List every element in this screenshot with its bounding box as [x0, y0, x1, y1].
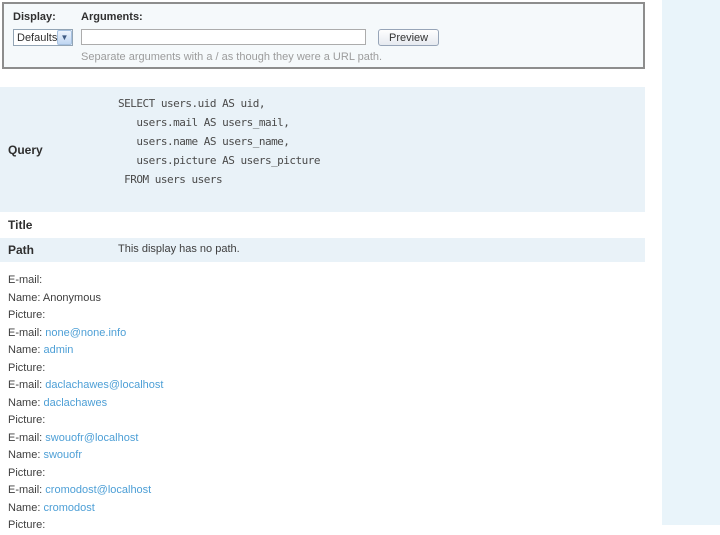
email-field: E-mail: swouofr@localhost [8, 430, 662, 448]
email-link[interactable]: cromodost@localhost [45, 484, 151, 496]
title-row-value [112, 212, 118, 238]
name-link[interactable]: daclachawes [43, 397, 107, 409]
preview-summary-table: Query SELECT users.uid AS uid, users.mai… [0, 87, 645, 262]
arguments-help-text: Separate arguments with a / as though th… [81, 51, 383, 63]
email-link[interactable]: swouofr@localhost [45, 432, 138, 444]
display-form-item: Display: Defaults ▼ [13, 11, 81, 60]
email-field: E-mail: cromodost@localhost [8, 482, 662, 500]
name-field-label: Name: [8, 396, 41, 409]
name-field: Name: daclachawes [8, 395, 662, 413]
display-label: Display: [13, 11, 56, 23]
arguments-label: Arguments: [81, 11, 143, 23]
name-field-label: Name: [8, 501, 41, 514]
path-row-label: Path [8, 243, 35, 257]
name-field: Name: Anonymous [8, 290, 662, 308]
email-field-label: E-mail: [8, 379, 43, 391]
display-select[interactable]: Defaults ▼ [13, 29, 73, 46]
query-row: Query SELECT users.uid AS uid, users.mai… [0, 87, 645, 212]
user-row: E-mail: daclachawes@localhost Name: dacl… [8, 377, 662, 430]
name-link[interactable]: cromodost [43, 502, 94, 514]
path-row-value: This display has no path. [118, 243, 240, 255]
page-side-band [662, 0, 720, 525]
name-value: Anonymous [42, 291, 101, 304]
email-field-label: E-mail: [8, 326, 43, 339]
email-field-label: E-mail: [8, 484, 43, 496]
name-link[interactable]: admin [43, 344, 73, 356]
arguments-form-item: Arguments: Preview Separate arguments wi… [81, 11, 634, 63]
user-row: E-mail: Name: Anonymous Picture: [8, 272, 662, 325]
name-field: Name: admin [8, 342, 662, 360]
live-preview-fieldset: Display: Defaults ▼ Arguments: Preview S… [2, 2, 645, 69]
path-row: Path This display has no path. [0, 238, 645, 262]
picture-field-label: Picture: [8, 309, 46, 321]
arguments-input[interactable] [81, 29, 366, 45]
preview-button[interactable]: Preview [378, 29, 440, 46]
email-link[interactable]: daclachawes@localhost [45, 379, 163, 391]
picture-field-label: Picture: [8, 519, 46, 531]
user-row: E-mail: swouofr@localhost Name: swouofr … [8, 430, 662, 483]
picture-field: Picture: [8, 412, 662, 430]
email-field: E-mail: [8, 272, 662, 290]
email-field-label: E-mail: [8, 431, 43, 444]
user-row: E-mail: none@none.info Name: admin Pictu… [8, 325, 662, 378]
main-content: Display: Defaults ▼ Arguments: Preview S… [0, 0, 662, 535]
name-field: Name: swouofr [8, 447, 662, 465]
name-field-label: Name: [8, 291, 41, 304]
picture-field-label: Picture: [8, 414, 46, 426]
picture-field-label: Picture: [8, 466, 46, 479]
picture-field-label: Picture: [8, 361, 46, 374]
picture-field: Picture: [8, 360, 662, 378]
query-row-label: Query [8, 142, 43, 157]
picture-field: Picture: [8, 465, 662, 483]
name-field-label: Name: [8, 449, 41, 461]
chevron-down-icon: ▼ [57, 30, 72, 45]
preview-result-list: E-mail: Name: Anonymous Picture: E-mail:… [0, 272, 662, 535]
picture-field: Picture: [8, 307, 662, 325]
display-select-value: Defaults [17, 31, 57, 44]
title-row: Title [0, 212, 645, 238]
email-link[interactable]: none@none.info [45, 327, 126, 339]
user-row: E-mail: cromodost@localhost Name: cromod… [8, 482, 662, 535]
title-row-label: Title [8, 218, 33, 232]
email-field: E-mail: daclachawes@localhost [8, 377, 662, 395]
name-link[interactable]: swouofr [43, 449, 82, 461]
name-field: Name: cromodost [8, 500, 662, 518]
arguments-row: Preview [81, 29, 634, 46]
email-field: E-mail: none@none.info [8, 325, 662, 343]
picture-field: Picture: [8, 517, 662, 535]
name-field-label: Name: [8, 344, 41, 356]
query-sql-text: SELECT users.uid AS uid, users.mail AS u… [118, 97, 321, 186]
email-field-label: E-mail: [8, 274, 43, 286]
